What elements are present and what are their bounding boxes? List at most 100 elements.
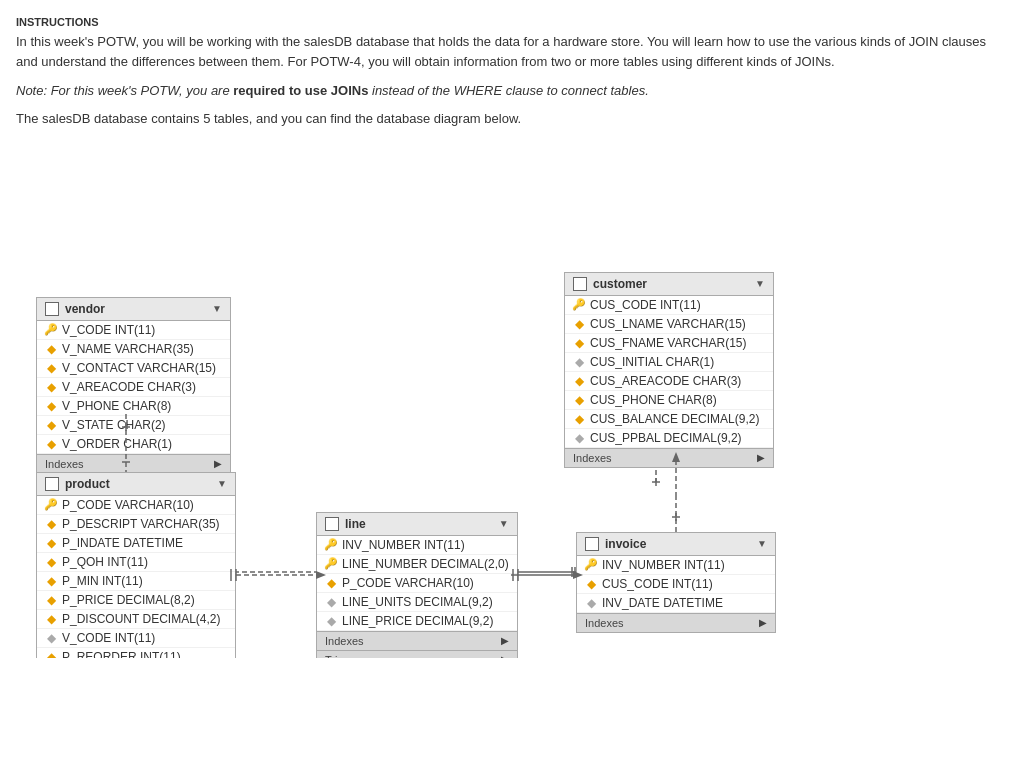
invoice-field-2: ◆ INV_DATE DATETIME (577, 594, 775, 613)
customer-field-5-text: CUS_PHONE CHAR(8) (590, 393, 717, 407)
invoice-field-0: 🔑 INV_NUMBER INT(11) (577, 556, 775, 575)
customer-field-2: ◆ CUS_FNAME VARCHAR(15) (565, 334, 773, 353)
pk-icon: 🔑 (325, 539, 337, 551)
gray-diamond-icon: ◆ (45, 632, 57, 644)
invoice-field-1: ◆ CUS_CODE INT(11) (577, 575, 775, 594)
vendor-table: vendor ▼ 🔑 V_CODE INT(11) ◆ V_NAME VARCH… (36, 297, 231, 474)
vendor-field-1: ◆ V_NAME VARCHAR(35) (37, 340, 230, 359)
gray-diamond-icon: ◆ (573, 356, 585, 368)
invoice-field-0-text: INV_NUMBER INT(11) (602, 558, 725, 572)
product-field-4: ◆ P_MIN INT(11) (37, 572, 235, 591)
product-table-name: product (65, 477, 110, 491)
line-field-2: ◆ P_CODE VARCHAR(10) (317, 574, 517, 593)
line-indexes-arrow: ▶ (501, 635, 509, 646)
vendor-field-4: ◆ V_PHONE CHAR(8) (37, 397, 230, 416)
product-field-3-text: P_QOH INT(11) (62, 555, 148, 569)
diamond-icon: ◆ (45, 556, 57, 568)
customer-sort-icon[interactable]: ▼ (755, 278, 765, 289)
line-field-2-text: P_CODE VARCHAR(10) (342, 576, 474, 590)
product-field-8-text: P_REORDER INT(11) (62, 650, 181, 658)
customer-field-3: ◆ CUS_INITIAL CHAR(1) (565, 353, 773, 372)
line-field-4-text: LINE_PRICE DECIMAL(9,2) (342, 614, 493, 628)
vendor-field-2: ◆ V_CONTACT VARCHAR(15) (37, 359, 230, 378)
product-field-5-text: P_PRICE DECIMAL(8,2) (62, 593, 195, 607)
product-sort-icon[interactable]: ▼ (217, 478, 227, 489)
vendor-field-0: 🔑 V_CODE INT(11) (37, 321, 230, 340)
product-table: product ▼ 🔑 P_CODE VARCHAR(10) ◆ P_DESCR… (36, 472, 236, 658)
line-triggers-footer[interactable]: Triggers ▶ (317, 650, 517, 658)
customer-field-6-text: CUS_BALANCE DECIMAL(9,2) (590, 412, 759, 426)
product-field-8: ◆ P_REORDER INT(11) (37, 648, 235, 658)
product-field-2: ◆ P_INDATE DATETIME (37, 534, 235, 553)
line-sort-icon[interactable]: ▼ (499, 518, 509, 529)
vendor-table-footer[interactable]: Indexes ▶ (37, 454, 230, 473)
vendor-field-0-text: V_CODE INT(11) (62, 323, 155, 337)
diamond-icon: ◆ (573, 413, 585, 425)
product-field-6-text: P_DISCOUNT DECIMAL(4,2) (62, 612, 220, 626)
line-indexes-footer[interactable]: Indexes ▶ (317, 631, 517, 650)
customer-field-2-text: CUS_FNAME VARCHAR(15) (590, 336, 746, 350)
product-field-1-text: P_DESCRIPT VARCHAR(35) (62, 517, 220, 531)
customer-field-4: ◆ CUS_AREACODE CHAR(3) (565, 372, 773, 391)
invoice-table-name: invoice (605, 537, 646, 551)
diamond-icon: ◆ (45, 362, 57, 374)
customer-table: customer ▼ 🔑 CUS_CODE INT(11) ◆ CUS_LNAM… (564, 272, 774, 468)
vendor-table-header: vendor ▼ (37, 298, 230, 321)
line-field-0: 🔑 INV_NUMBER INT(11) (317, 536, 517, 555)
vendor-field-5: ◆ V_STATE CHAR(2) (37, 416, 230, 435)
product-field-5: ◆ P_PRICE DECIMAL(8,2) (37, 591, 235, 610)
product-field-7-text: V_CODE INT(11) (62, 631, 155, 645)
diamond-icon: ◆ (573, 394, 585, 406)
customer-table-footer[interactable]: Indexes ▶ (565, 448, 773, 467)
diamond-icon: ◆ (45, 381, 57, 393)
vendor-field-4-text: V_PHONE CHAR(8) (62, 399, 171, 413)
invoice-indexes-arrow: ▶ (759, 617, 767, 628)
diamond-icon: ◆ (45, 400, 57, 412)
vendor-sort-icon[interactable]: ▼ (212, 303, 222, 314)
pk-icon: 🔑 (45, 499, 57, 511)
customer-indexes-label: Indexes (573, 452, 612, 464)
line-field-3: ◆ LINE_UNITS DECIMAL(9,2) (317, 593, 517, 612)
instructions-section: INSTRUCTIONS In this week's POTW, you wi… (16, 16, 1008, 126)
diamond-icon: ◆ (45, 613, 57, 625)
diamond-icon: ◆ (573, 318, 585, 330)
vendor-field-5-text: V_STATE CHAR(2) (62, 418, 166, 432)
customer-table-icon (573, 277, 587, 291)
vendor-field-2-text: V_CONTACT VARCHAR(15) (62, 361, 216, 375)
vendor-field-1-text: V_NAME VARCHAR(35) (62, 342, 194, 356)
vendor-indexes-arrow: ▶ (214, 458, 222, 469)
line-field-0-text: INV_NUMBER INT(11) (342, 538, 465, 552)
invoice-table-header: invoice ▼ (577, 533, 775, 556)
invoice-table-footer[interactable]: Indexes ▶ (577, 613, 775, 632)
invoice-field-1-text: CUS_CODE INT(11) (602, 577, 713, 591)
gray-diamond-icon: ◆ (325, 596, 337, 608)
diamond-icon: ◆ (45, 594, 57, 606)
invoice-sort-icon[interactable]: ▼ (757, 538, 767, 549)
customer-field-7: ◆ CUS_PPBAL DECIMAL(9,2) (565, 429, 773, 448)
diamond-icon: ◆ (45, 419, 57, 431)
diamond-icon: ◆ (585, 578, 597, 590)
diamond-icon: ◆ (45, 651, 57, 658)
vendor-table-name: vendor (65, 302, 105, 316)
product-field-1: ◆ P_DESCRIPT VARCHAR(35) (37, 515, 235, 534)
product-field-7: ◆ V_CODE INT(11) (37, 629, 235, 648)
line-triggers-label: Triggers (325, 654, 365, 658)
line-field-1: 🔑 LINE_NUMBER DECIMAL(2,0) (317, 555, 517, 574)
invoice-indexes-label: Indexes (585, 617, 624, 629)
invoice-table: invoice ▼ 🔑 INV_NUMBER INT(11) ◆ CUS_COD… (576, 532, 776, 633)
customer-field-1: ◆ CUS_LNAME VARCHAR(15) (565, 315, 773, 334)
diamond-icon: ◆ (325, 577, 337, 589)
customer-field-0: 🔑 CUS_CODE INT(11) (565, 296, 773, 315)
gray-diamond-icon: ◆ (325, 615, 337, 627)
customer-field-4-text: CUS_AREACODE CHAR(3) (590, 374, 741, 388)
diamond-icon: ◆ (45, 575, 57, 587)
vendor-field-6-text: V_ORDER CHAR(1) (62, 437, 172, 451)
product-field-2-text: P_INDATE DATETIME (62, 536, 183, 550)
line-indexes-label: Indexes (325, 635, 364, 647)
customer-field-7-text: CUS_PPBAL DECIMAL(9,2) (590, 431, 742, 445)
note-text: Note: For this week's POTW, you are requ… (16, 81, 1008, 101)
instructions-title: INSTRUCTIONS (16, 16, 1008, 28)
db-info: The salesDB database contains 5 tables, … (16, 111, 1008, 126)
gray-diamond-icon: ◆ (585, 597, 597, 609)
diamond-icon: ◆ (45, 518, 57, 530)
